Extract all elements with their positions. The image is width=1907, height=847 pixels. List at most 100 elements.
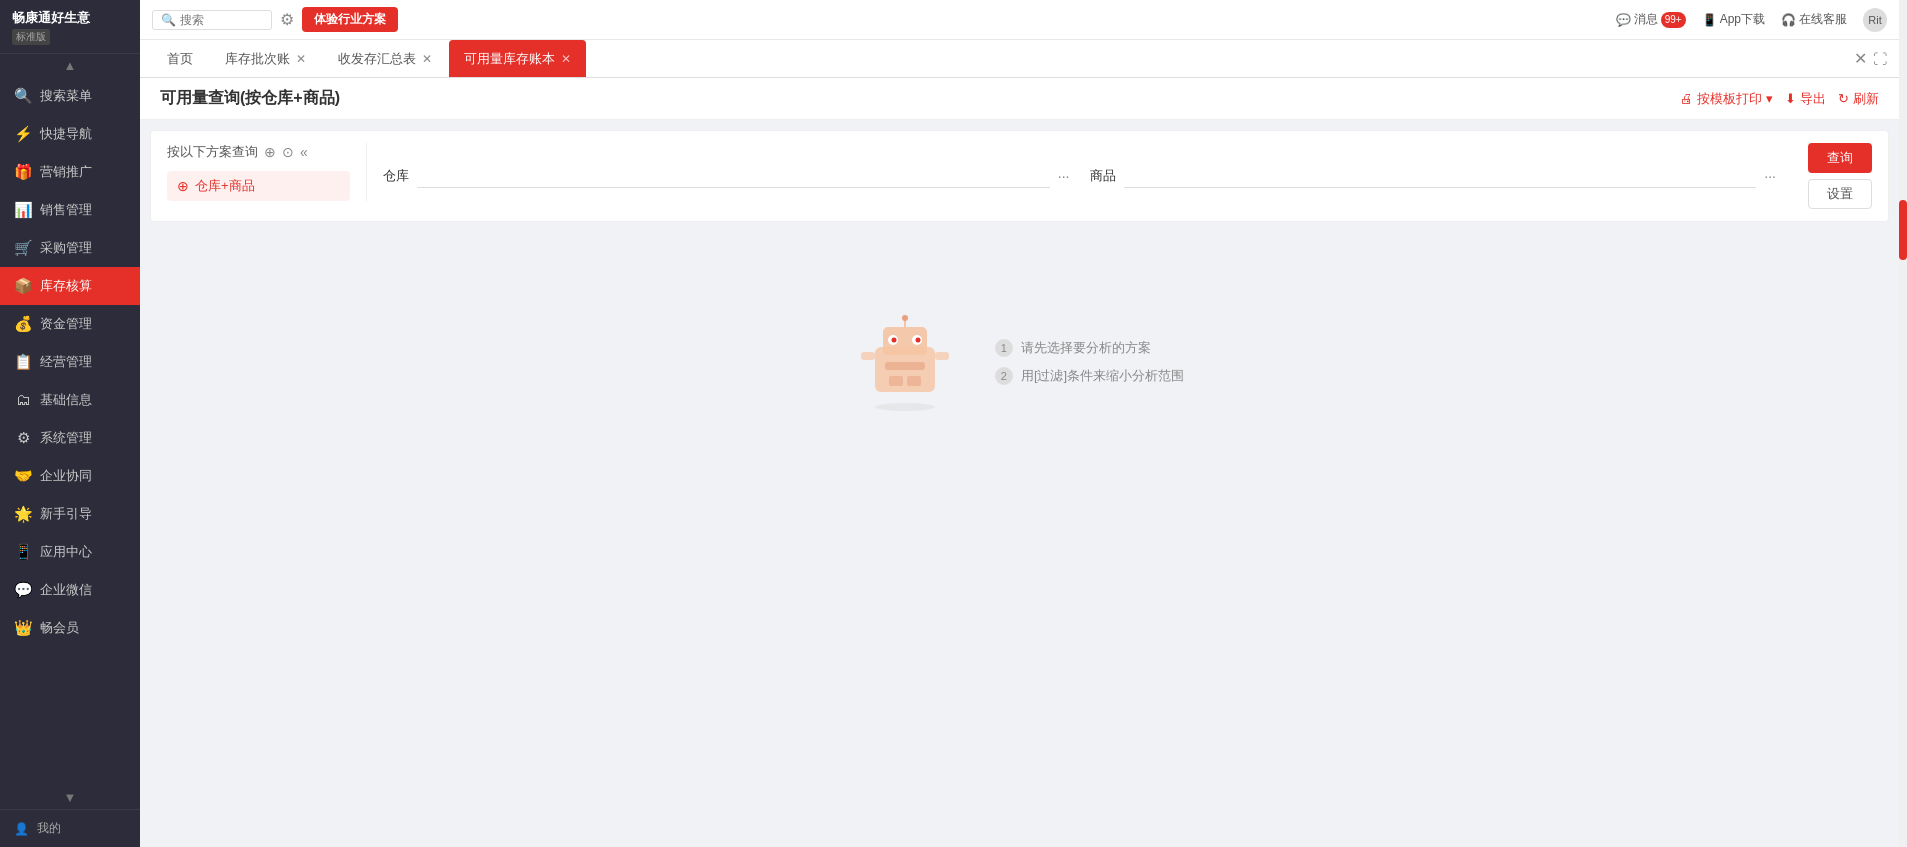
sidebar-item-label: 营销推广 — [40, 163, 92, 181]
sidebar-menu: 🔍搜索菜单⚡快捷导航🎁营销推广📊销售管理 🛒 采购管理 📦 库存核算 💰资金管理📋经营管理… — [0, 77, 140, 786]
export-button[interactable]: ⬇ 导出 — [1785, 90, 1826, 108]
app-download-btn[interactable]: 📱 App下载 — [1702, 11, 1765, 28]
topbar: 🔍 ⚙ 体验行业方案 💬 消息 99+ 📱 App下载 🎧 在线客服 Rit — [140, 0, 1899, 40]
sidebar-item-search[interactable]: 🔍搜索菜单 — [0, 77, 140, 115]
sidebar-item-members[interactable]: 👑畅会员 — [0, 609, 140, 647]
collapse-icon[interactable]: « — [300, 144, 308, 160]
basic-info-icon: 🗂 — [14, 391, 32, 408]
svg-point-4 — [891, 338, 896, 343]
refresh-button[interactable]: ↻ 刷新 — [1838, 90, 1879, 108]
scheme-settings-icon[interactable]: ⊙ — [282, 144, 294, 160]
sidebar-item-inventory[interactable]: 📦 库存核算 — [0, 267, 140, 305]
sidebar-item-basic-info[interactable]: 🗂基础信息 — [0, 381, 140, 419]
query-button[interactable]: 查询 — [1808, 143, 1872, 173]
scheme-icon: ⊕ — [177, 178, 189, 194]
sidebar-item-guide[interactable]: 🌟新手引导 — [0, 495, 140, 533]
sidebar-scroll-down[interactable]: ▼ — [0, 786, 140, 809]
guide-icon: 🌟 — [14, 505, 32, 523]
tab-available-stock[interactable]: 可用量库存账本 ✕ — [449, 40, 586, 77]
sidebar-item-marketing[interactable]: 🎁营销推广 — [0, 153, 140, 191]
members-icon: 👑 — [14, 619, 32, 637]
close-all-tabs-btn[interactable]: ✕ — [1854, 49, 1867, 68]
sidebar-item-label: 系统管理 — [40, 429, 92, 447]
filter-actions: 查询 设置 — [1808, 143, 1872, 209]
sidebar-item-label: 库存核算 — [40, 277, 92, 295]
enterprise-wechat-icon: 💬 — [14, 581, 32, 599]
tab-batch-account[interactable]: 库存批次账 ✕ — [210, 40, 321, 77]
print-dropdown-icon[interactable]: ▾ — [1766, 91, 1773, 106]
sidebar-item-enterprise-wechat[interactable]: 💬 企业微信 — [0, 571, 140, 609]
sidebar-item-system[interactable]: ⚙系统管理 — [0, 419, 140, 457]
add-scheme-icon[interactable]: ⊕ — [264, 144, 276, 160]
warehouse-more-icon[interactable]: ··· — [1058, 168, 1070, 184]
tab-close-btn[interactable]: ✕ — [561, 53, 571, 65]
search-box[interactable]: 🔍 — [152, 10, 272, 30]
gear-icon[interactable]: ⚙ — [280, 10, 294, 29]
enterprise-icon: 🤝 — [14, 467, 32, 485]
tab-label: 可用量库存账本 — [464, 50, 555, 68]
refresh-icon: ↻ — [1838, 91, 1849, 106]
sidebar-item-label: 企业微信 — [40, 581, 92, 599]
headset-icon: 🎧 — [1781, 13, 1796, 27]
sidebar-item-label: 资金管理 — [40, 315, 92, 333]
empty-tips: 1 请先选择要分析的方案 2 用[过滤]条件来缩小分析范围 — [995, 339, 1184, 385]
sales-icon: 📊 — [14, 201, 32, 219]
empty-tip-2: 2 用[过滤]条件来缩小分析范围 — [995, 367, 1184, 385]
sidebar-item-finance[interactable]: 💰资金管理 — [0, 305, 140, 343]
purchase-icon: 🛒 — [14, 239, 32, 257]
svg-rect-11 — [861, 352, 875, 360]
sidebar-item-quick-nav[interactable]: ⚡快捷导航 — [0, 115, 140, 153]
sidebar-item-sales[interactable]: 📊销售管理 — [0, 191, 140, 229]
sidebar-item-label: 搜索菜单 — [40, 87, 92, 105]
svg-rect-8 — [885, 362, 925, 370]
scheme-warehouse-product[interactable]: ⊕ 仓库+商品 — [167, 171, 350, 201]
page-content: 可用量查询(按仓库+商品) 🖨 按模板打印 ▾ ⬇ 导出 ↻ 刷新 — [140, 78, 1899, 847]
message-label: 消息 — [1634, 11, 1658, 28]
tab-close-btn[interactable]: ✕ — [296, 53, 306, 65]
settings-button[interactable]: 设置 — [1808, 179, 1872, 209]
sidebar-item-label: 企业协同 — [40, 467, 92, 485]
sidebar-item-purchase[interactable]: 🛒 采购管理 — [0, 229, 140, 267]
svg-rect-9 — [889, 376, 903, 386]
operations-icon: 📋 — [14, 353, 32, 371]
app-icon: 📱 — [1702, 13, 1717, 27]
sidebar-scroll-up[interactable]: ▲ — [0, 54, 140, 77]
sidebar-item-app-center[interactable]: 📱应用中心 — [0, 533, 140, 571]
message-btn[interactable]: 💬 消息 99+ — [1616, 11, 1686, 28]
empty-tip-1: 1 请先选择要分析的方案 — [995, 339, 1184, 357]
search-input[interactable] — [180, 13, 260, 27]
sidebar-item-enterprise[interactable]: 🤝 企业协同 — [0, 457, 140, 495]
sidebar: 畅康通好生意 标准版 ▲ 🔍搜索菜单⚡快捷导航🎁营销推广📊销售管理🛒采购管理📦库… — [0, 0, 140, 847]
product-more-icon[interactable]: ··· — [1764, 168, 1776, 184]
tab-receipt-summary[interactable]: 收发存汇总表✕ — [323, 40, 447, 77]
tip-num-1: 1 — [995, 339, 1013, 357]
warehouse-input[interactable] — [417, 164, 1050, 188]
tab-home[interactable]: 首页 — [152, 40, 208, 77]
tab-label: 首页 — [167, 50, 193, 68]
svg-point-13 — [875, 403, 935, 411]
sidebar-footer[interactable]: 👤 我的 — [0, 809, 140, 847]
tab-close-btn[interactable]: ✕ — [422, 53, 432, 65]
inventory-icon: 📦 — [14, 277, 32, 295]
expand-tabs-btn[interactable]: ⛶ — [1873, 51, 1887, 67]
scrollbar-thumb[interactable] — [1899, 200, 1907, 260]
footer-user-label: 我的 — [37, 820, 61, 837]
sidebar-item-operations[interactable]: 📋经营管理 — [0, 343, 140, 381]
tab-label: 库存批次账 — [225, 50, 290, 68]
filter-fields: 仓库 ··· 商品 ··· 查询 设置 — [383, 143, 1872, 209]
message-icon: 💬 — [1616, 13, 1631, 27]
print-button[interactable]: 🖨 按模板打印 ▾ — [1680, 90, 1773, 108]
page-header-actions: 🖨 按模板打印 ▾ ⬇ 导出 ↻ 刷新 — [1680, 90, 1879, 108]
filter-schemes: 按以下方案查询 ⊕ ⊙ « ⊕ 仓库+商品 — [167, 143, 367, 201]
online-service-btn[interactable]: 🎧 在线客服 — [1781, 11, 1847, 28]
tip-num-2: 2 — [995, 367, 1013, 385]
user-avatar[interactable]: Rit — [1863, 8, 1887, 32]
sidebar-item-label: 采购管理 — [40, 239, 92, 257]
quick-nav-icon: ⚡ — [14, 125, 32, 143]
filter-label: 按以下方案查询 ⊕ ⊙ « — [167, 143, 350, 161]
empty-state-content: 1 请先选择要分析的方案 2 用[过滤]条件来缩小分析范围 — [855, 312, 1184, 412]
product-input[interactable] — [1124, 164, 1757, 188]
print-icon: 🖨 — [1680, 91, 1693, 106]
svg-rect-10 — [907, 376, 921, 386]
trial-button[interactable]: 体验行业方案 — [302, 7, 398, 32]
